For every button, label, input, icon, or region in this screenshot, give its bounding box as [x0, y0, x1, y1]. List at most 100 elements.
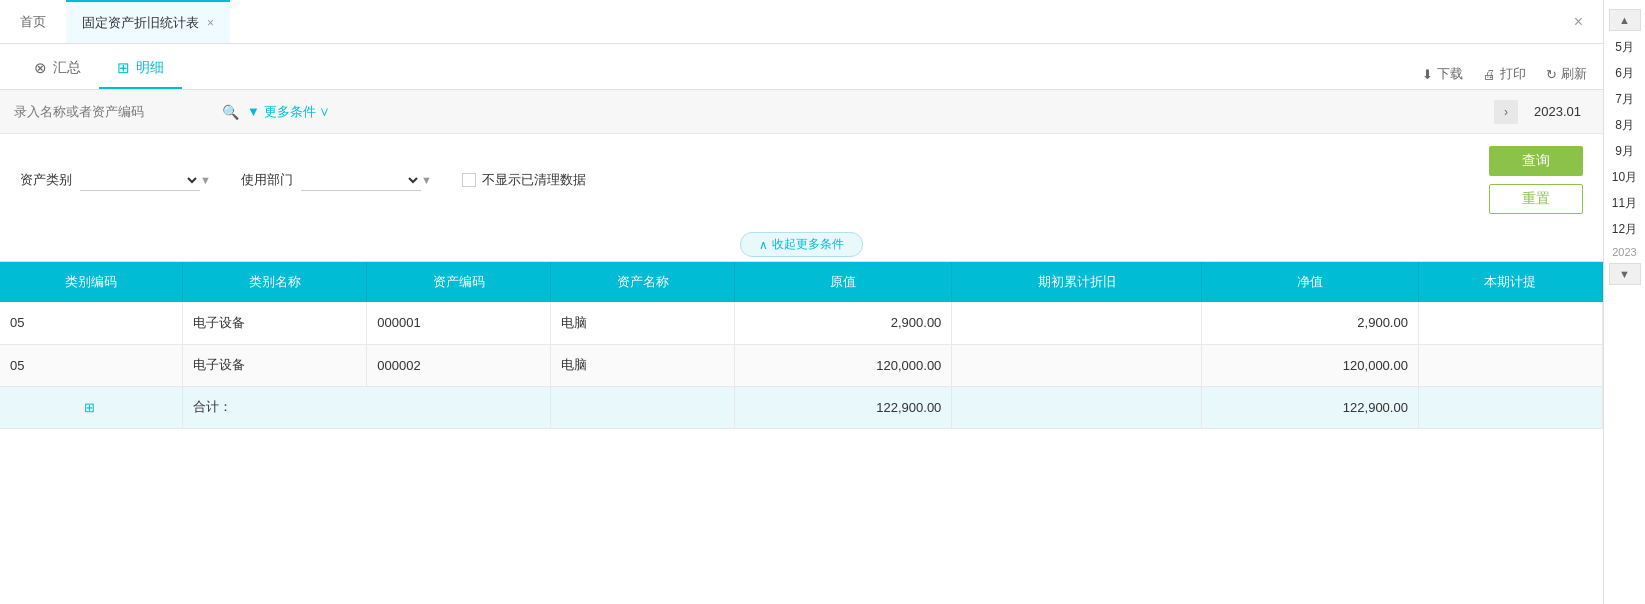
print-button[interactable]: 🖨 打印	[1483, 65, 1526, 83]
sidebar-month-item[interactable]: 7月	[1609, 86, 1641, 112]
more-filter-button[interactable]: ▼ 更多条件 ∨	[247, 103, 331, 121]
search-input[interactable]	[14, 104, 214, 119]
total-net-value: 122,900.00	[1201, 386, 1418, 428]
total-accum-depr	[952, 386, 1202, 428]
search-icon: 🔍	[222, 104, 239, 120]
cell-asset-name: 电脑	[551, 302, 735, 344]
tab-summary-label: 汇总	[53, 59, 81, 77]
nav-tab-close-icon[interactable]: ×	[207, 16, 214, 30]
sidebar-month-item[interactable]: 11月	[1609, 190, 1641, 216]
total-label: 合计：	[183, 386, 551, 428]
right-sidebar: ▲ 5月6月7月8月9月10月11月12月 2023 ▼	[1603, 0, 1645, 604]
cell-category-name: 电子设备	[183, 344, 367, 386]
asset-type-label: 资产类别	[20, 171, 72, 189]
window-close-button[interactable]: ×	[1554, 0, 1603, 43]
refresh-label: 刷新	[1561, 65, 1587, 83]
col-category-name: 类别名称	[183, 262, 367, 302]
filter-funnel-icon: ▼	[247, 104, 260, 119]
refresh-button[interactable]: ↻ 刷新	[1546, 65, 1587, 83]
sidebar-year-label: 2023	[1612, 244, 1636, 260]
nav-tab-fixed-assets[interactable]: 固定资产折旧统计表 ×	[66, 0, 230, 43]
refresh-icon: ↻	[1546, 67, 1557, 82]
collapse-filter-button[interactable]: ∧ 收起更多条件	[740, 232, 863, 257]
table-row: 05 电子设备 000001 电脑 2,900.00 2,900.00	[0, 302, 1603, 344]
collapse-search-button[interactable]: ›	[1494, 100, 1518, 124]
cell-accum-depr	[952, 302, 1202, 344]
sub-tab-bar: ⊗ 汇总 ⊞ 明细 ⬇ 下载 🖨 打印 ↻ 刷新	[0, 44, 1603, 90]
dept-label: 使用部门	[241, 171, 293, 189]
download-icon: ⬇	[1422, 67, 1433, 82]
date-display: 2023.01	[1526, 104, 1589, 119]
tab-summary[interactable]: ⊗ 汇总	[16, 49, 99, 89]
total-icon-cell: ⊞	[0, 386, 183, 428]
cell-original: 120,000.00	[735, 344, 952, 386]
col-asset-code: 资产编码	[367, 262, 551, 302]
top-nav: 首页 固定资产折旧统计表 × ×	[0, 0, 1603, 44]
summary-icon: ⊗	[34, 59, 47, 77]
table-total-row: ⊞ 合计： 122,900.00 122,900.00	[0, 386, 1603, 428]
cell-code: 05	[0, 302, 183, 344]
sidebar-scroll-down[interactable]: ▼	[1609, 263, 1641, 285]
filter-actions: 查询 重置	[1489, 146, 1583, 214]
hide-cleared-checkbox[interactable]	[462, 173, 476, 187]
cell-period-depr	[1418, 344, 1602, 386]
hide-cleared-label: 不显示已清理数据	[482, 171, 586, 189]
toolbar-actions: ⬇ 下载 🖨 打印 ↻ 刷新	[1422, 65, 1587, 89]
total-original: 122,900.00	[735, 386, 952, 428]
cell-net-value: 2,900.00	[1201, 302, 1418, 344]
sidebar-month-item[interactable]: 10月	[1609, 164, 1641, 190]
dept-field: 使用部门 ▼	[241, 169, 432, 191]
col-original-value: 原值	[735, 262, 952, 302]
cell-accum-depr	[952, 344, 1202, 386]
assets-table: 类别编码 类别名称 资产编码 资产名称 原值 期初累计折旧 净值 本期计提 05…	[0, 262, 1603, 429]
asset-type-field: 资产类别 ▼	[20, 169, 211, 191]
tab-detail[interactable]: ⊞ 明细	[99, 49, 182, 89]
dept-arrow-icon: ▼	[421, 174, 432, 186]
download-label: 下载	[1437, 65, 1463, 83]
total-period-depr	[1418, 386, 1602, 428]
filter-row: 资产类别 ▼ 使用部门 ▼ 不显示已清理数据 查询 重置	[20, 146, 1583, 226]
sidebar-months: 5月6月7月8月9月10月11月12月	[1609, 34, 1641, 242]
download-button[interactable]: ⬇ 下载	[1422, 65, 1463, 83]
hide-cleared-checkbox-label[interactable]: 不显示已清理数据	[462, 171, 586, 189]
sidebar-month-item[interactable]: 8月	[1609, 112, 1641, 138]
nav-home[interactable]: 首页	[0, 0, 66, 43]
sidebar-month-item[interactable]: 6月	[1609, 60, 1641, 86]
cell-asset-code: 000002	[367, 344, 551, 386]
detail-icon: ⊞	[117, 59, 130, 77]
collapse-label: 收起更多条件	[772, 236, 844, 253]
col-net-value: 净值	[1201, 262, 1418, 302]
table-row: 05 电子设备 000002 电脑 120,000.00 120,000.00	[0, 344, 1603, 386]
cell-original: 2,900.00	[735, 302, 952, 344]
sidebar-scroll-up[interactable]: ▲	[1609, 9, 1641, 31]
asset-type-arrow-icon: ▼	[200, 174, 211, 186]
cell-net-value: 120,000.00	[1201, 344, 1418, 386]
reset-button[interactable]: 重置	[1489, 184, 1583, 214]
collapse-up-icon: ∧	[759, 238, 768, 252]
print-icon: 🖨	[1483, 67, 1496, 82]
sidebar-month-item[interactable]: 5月	[1609, 34, 1641, 60]
col-asset-name: 资产名称	[551, 262, 735, 302]
sidebar-month-item[interactable]: 12月	[1609, 216, 1641, 242]
more-conditions-label: 更多条件 ∨	[264, 103, 331, 121]
sidebar-month-item[interactable]: 9月	[1609, 138, 1641, 164]
print-label: 打印	[1500, 65, 1526, 83]
table-wrapper: 类别编码 类别名称 资产编码 资产名称 原值 期初累计折旧 净值 本期计提 05…	[0, 262, 1603, 604]
col-category-code: 类别编码	[0, 262, 183, 302]
search-bar: 🔍 ▼ 更多条件 ∨ › 2023.01	[0, 90, 1603, 134]
tab-detail-label: 明细	[136, 59, 164, 77]
col-period-depr: 本期计提	[1418, 262, 1602, 302]
query-button[interactable]: 查询	[1489, 146, 1583, 176]
filter-panel: 资产类别 ▼ 使用部门 ▼ 不显示已清理数据 查询 重置	[0, 134, 1603, 262]
col-accum-depr: 期初累计折旧	[952, 262, 1202, 302]
cell-asset-name: 电脑	[551, 344, 735, 386]
nav-tab-label: 固定资产折旧统计表	[82, 14, 199, 32]
cell-period-depr	[1418, 302, 1602, 344]
cell-code: 05	[0, 344, 183, 386]
dept-select[interactable]	[301, 169, 421, 191]
collapse-filter-area: ∧ 收起更多条件	[20, 226, 1583, 261]
cell-category-name: 电子设备	[183, 302, 367, 344]
cell-asset-code: 000001	[367, 302, 551, 344]
table-header-row: 类别编码 类别名称 资产编码 资产名称 原值 期初累计折旧 净值 本期计提	[0, 262, 1603, 302]
asset-type-select[interactable]	[80, 169, 200, 191]
